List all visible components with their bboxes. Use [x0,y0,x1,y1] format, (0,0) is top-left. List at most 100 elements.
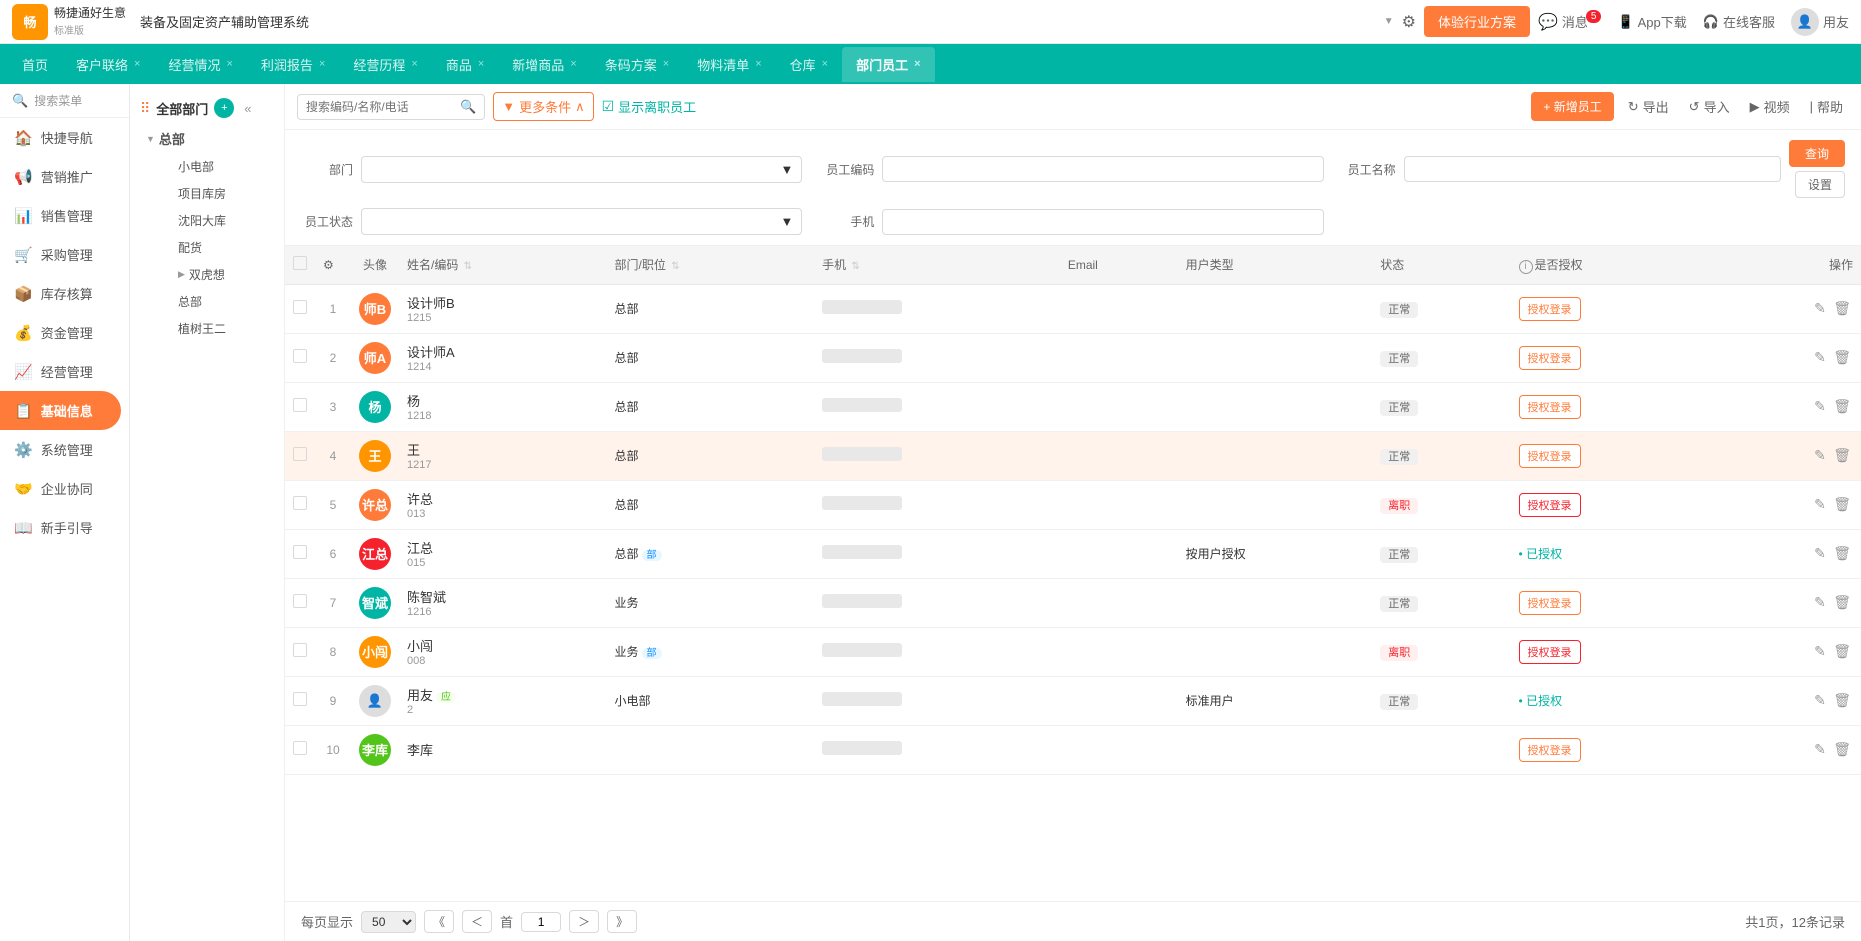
row-checkbox[interactable] [293,594,307,608]
message-btn[interactable]: 💬 消息 5 [1538,12,1602,32]
tab-employees[interactable]: 部门员工× [842,47,934,82]
delete-btn[interactable]: 🗑 [1833,496,1851,512]
row-checkbox[interactable] [293,692,307,706]
tab-barcode[interactable]: 条码方案× [591,47,683,82]
set-button[interactable]: 设置 [1795,171,1845,198]
edit-btn[interactable]: ✎ [1814,545,1826,561]
page-number-input[interactable] [521,912,561,932]
employee-name[interactable]: 小闯 [407,636,599,655]
row-checkbox[interactable] [293,545,307,559]
tab-close-operation[interactable]: × [226,58,232,70]
employee-name[interactable]: 设计师B [407,293,599,312]
tab-new-goods[interactable]: 新增商品× [498,47,590,82]
sidebar-search[interactable]: 🔍 搜索菜单 [0,84,129,118]
edit-btn[interactable]: ✎ [1814,741,1826,757]
edit-btn[interactable]: ✎ [1814,447,1826,463]
th-name-code[interactable]: 姓名/编码 ⇅ [399,246,607,284]
next-page-btn[interactable]: ＞ [569,910,599,933]
auth-login-btn[interactable]: 授权登录 [1519,591,1581,615]
query-button[interactable]: 查询 [1789,140,1845,167]
select-all-checkbox[interactable] [293,256,307,270]
edit-btn[interactable]: ✎ [1814,496,1826,512]
tab-close-customer[interactable]: × [134,58,140,70]
delete-btn[interactable]: 🗑 [1833,643,1851,659]
view-btn[interactable]: ▶ 视频 [1744,93,1796,120]
more-filters-btn[interactable]: ▼ 更多条件 ∧ [493,92,593,121]
edit-btn[interactable]: ✎ [1814,643,1826,659]
dept-item-small-elec[interactable]: 小电部 [158,153,284,180]
tab-close-goods[interactable]: × [478,58,484,70]
delete-btn[interactable]: 🗑 [1833,349,1851,365]
tab-close-bom[interactable]: × [755,58,761,70]
dept-collapse-btn[interactable]: « [244,101,251,116]
employee-name[interactable]: 江总 [407,538,599,557]
edit-btn[interactable]: ✎ [1814,692,1826,708]
phone-input[interactable] [882,209,1323,235]
delete-btn[interactable]: 🗑 [1833,741,1851,757]
delete-btn[interactable]: 🗑 [1833,300,1851,316]
row-checkbox[interactable] [293,643,307,657]
tab-goods[interactable]: 商品× [432,47,498,82]
dept-item-head2[interactable]: 总部 [158,288,284,315]
emp-status-select[interactable]: ▼ [361,208,802,235]
dept-filter-select[interactable]: ▼ [361,156,802,183]
dept-item-shenyang[interactable]: 沈阳大库 [158,207,284,234]
sys-title-dropdown[interactable]: ▼ [1384,16,1394,27]
search-submit-icon[interactable]: 🔍 [460,99,476,115]
search-input[interactable] [306,100,456,114]
tab-home[interactable]: 首页 [8,47,62,82]
tab-close-employees[interactable]: × [914,58,920,70]
user-btn[interactable]: 👤 用友 [1791,8,1849,36]
row-checkbox[interactable] [293,398,307,412]
add-emp-button[interactable]: + 新增员工 [1531,92,1613,121]
dept-item-project[interactable]: 项目库房 [158,180,284,207]
sidebar-item-sales[interactable]: 📊 销售管理 [0,196,129,235]
row-checkbox[interactable] [293,349,307,363]
show-resigned-toggle[interactable]: ☑ 显示离职员工 [602,97,697,116]
tab-warehouse[interactable]: 仓库× [776,47,842,82]
delete-btn[interactable]: 🗑 [1833,692,1851,708]
dept-item-zhishu[interactable]: 植树王二 [158,315,284,342]
tab-close-warehouse[interactable]: × [822,58,828,70]
edit-btn[interactable]: ✎ [1814,349,1826,365]
sidebar-item-finance[interactable]: 💰 资金管理 [0,313,129,352]
emp-code-input[interactable] [882,156,1323,182]
add-dept-btn[interactable]: + [214,98,234,118]
sidebar-item-quick-nav[interactable]: 🏠 快捷导航 [0,118,129,157]
employee-name[interactable]: 李库 [407,740,599,759]
last-page-btn[interactable]: 》 [607,910,637,933]
delete-btn[interactable]: 🗑 [1833,447,1851,463]
row-checkbox[interactable] [293,447,307,461]
prev-page-btn[interactable]: ＜ [462,910,492,933]
trial-button[interactable]: 体验行业方案 [1424,6,1530,37]
emp-name-input[interactable] [1404,156,1781,182]
app-download-btn[interactable]: 📱 App下载 [1617,12,1686,31]
tab-close-new-goods[interactable]: × [570,58,576,70]
tab-customer[interactable]: 客户联络× [62,47,154,82]
employee-name[interactable]: 陈智斌 [407,587,599,606]
help-btn[interactable]: | 帮助 [1804,93,1849,120]
online-service-btn[interactable]: 🎧 在线客服 [1703,12,1775,31]
export-btn[interactable]: ↻ 导出 [1622,93,1675,120]
sidebar-item-marketing[interactable]: 📢 营销推广 [0,157,129,196]
sidebar-item-guide[interactable]: 📖 新手引导 [0,508,129,547]
delete-btn[interactable]: 🗑 [1833,398,1851,414]
edit-btn[interactable]: ✎ [1814,398,1826,414]
row-checkbox[interactable] [293,300,307,314]
employee-name[interactable]: 杨 [407,391,599,410]
employee-name[interactable]: 许总 [407,489,599,508]
edit-btn[interactable]: ✎ [1814,300,1826,316]
all-dept-label[interactable]: 全部部门 [156,99,208,118]
auth-login-btn[interactable]: 授权登录 [1519,444,1581,468]
auth-login-btn[interactable]: 授权登录 [1519,640,1581,664]
delete-btn[interactable]: 🗑 [1833,594,1851,610]
sidebar-item-system[interactable]: ⚙️ 系统管理 [0,430,129,469]
row-checkbox[interactable] [293,741,307,755]
auth-login-btn[interactable]: 授权登录 [1519,395,1581,419]
dept-item-shuanghu[interactable]: ▶双虎想 [158,261,284,288]
page-size-select[interactable]: 50 20 100 [361,911,416,933]
employee-name[interactable]: 用友应 [407,685,599,704]
sidebar-item-basic-info[interactable]: 📋 基础信息 [0,391,121,430]
tab-close-history[interactable]: × [411,58,417,70]
tab-close-profit[interactable]: × [319,58,325,70]
